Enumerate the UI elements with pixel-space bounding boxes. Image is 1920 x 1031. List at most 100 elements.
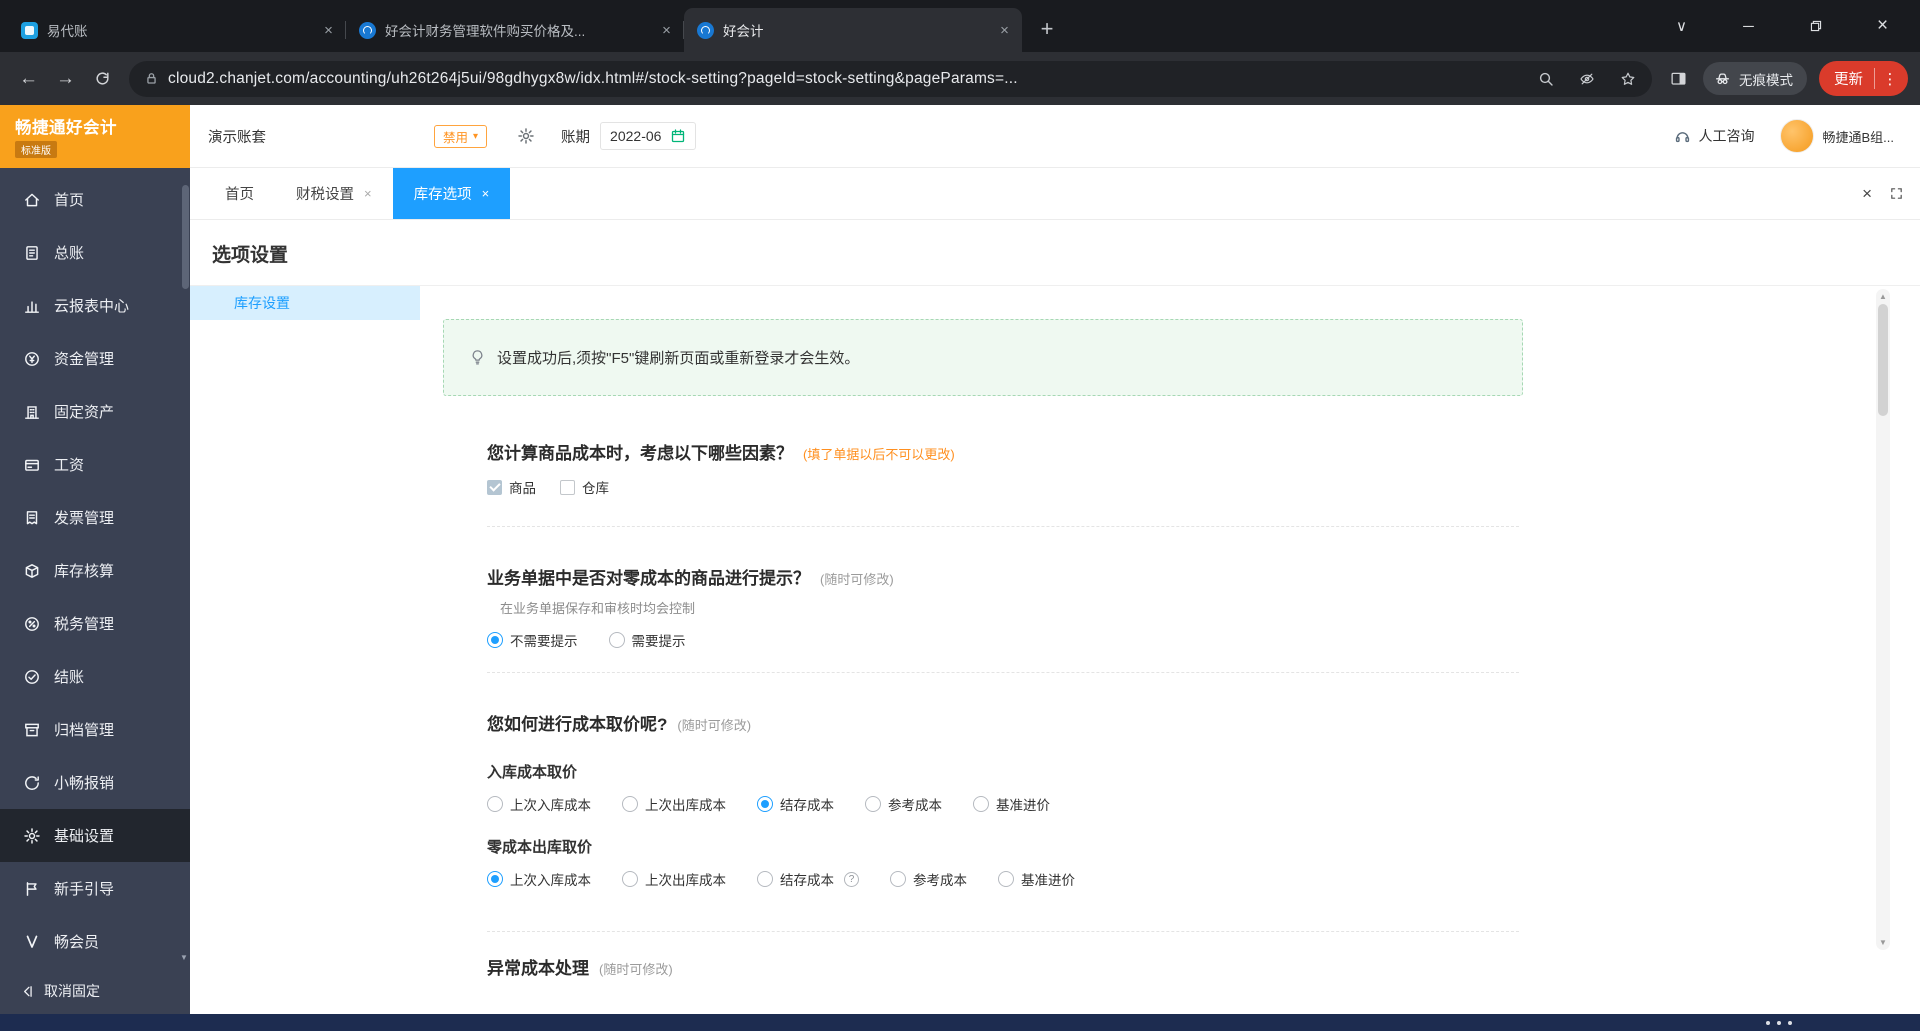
sidebar-item-fixed-assets[interactable]: 固定资产 xyxy=(0,385,190,438)
scroll-down-icon[interactable]: ▼ xyxy=(1876,938,1890,947)
radio-option[interactable]: 参考成本 xyxy=(890,869,967,889)
workspace-tab-fiscal-settings[interactable]: 财税设置 × xyxy=(275,168,393,219)
question-title: 异常成本处理 xyxy=(487,959,589,978)
unpin-sidebar-button[interactable]: 取消固定 xyxy=(0,968,190,1014)
bookmark-star-icon[interactable] xyxy=(1612,63,1644,95)
radio-selected-icon[interactable] xyxy=(487,632,503,648)
address-bar[interactable]: cloud2.chanjet.com/accounting/uh26t264j5… xyxy=(129,60,1652,97)
radio-label: 结存成本 xyxy=(780,873,834,888)
browser-tab-1[interactable]: 易代账 × xyxy=(8,8,346,52)
logo-title: 畅捷通好会计 xyxy=(15,119,117,137)
sidebar-scrollbar-thumb[interactable] xyxy=(182,185,189,289)
sidebar-item-payroll[interactable]: 工资 xyxy=(0,438,190,491)
workspace-tab-home[interactable]: 首页 xyxy=(204,168,275,219)
sidebar-item-archive[interactable]: 归档管理 xyxy=(0,703,190,756)
radio-icon[interactable] xyxy=(865,796,881,812)
radio-option-with-help[interactable]: 结存成本 ? xyxy=(757,869,859,889)
sidebar-item-closing[interactable]: 结账 xyxy=(0,650,190,703)
sidebar-item-invoices[interactable]: 发票管理 xyxy=(0,491,190,544)
help-icon[interactable]: ? xyxy=(844,871,859,887)
period-picker[interactable]: 2022-06 xyxy=(600,122,697,150)
radio-option[interactable]: 上次出库成本 xyxy=(622,869,726,889)
radio-option-no-prompt[interactable]: 不需要提示 xyxy=(487,630,578,650)
side-panel-icon[interactable] xyxy=(1660,60,1697,97)
support-button[interactable]: 人工咨询 xyxy=(1674,126,1754,146)
radio-icon[interactable] xyxy=(622,871,638,887)
subnav-item-stock-settings[interactable]: 库存设置 xyxy=(190,286,420,320)
content-scrollbar[interactable]: ▲ ▼ xyxy=(1876,289,1890,950)
sidebar-item-label: 工资 xyxy=(54,457,85,474)
workspace-tab-label: 库存选项 xyxy=(413,187,472,203)
tab2-title: 好会计财务管理软件购买价格及... xyxy=(385,24,586,39)
radio-icon[interactable] xyxy=(608,632,625,648)
sidebar-item-basic-settings[interactable]: 基础设置 xyxy=(0,809,190,862)
radio-option-need-prompt[interactable]: 需要提示 xyxy=(608,630,686,650)
restore-button[interactable] xyxy=(1782,0,1849,52)
sidebar-item-inventory[interactable]: 库存核算 xyxy=(0,544,190,597)
user-name[interactable]: 畅捷通B组... xyxy=(1822,127,1894,146)
tab3-close-icon[interactable]: × xyxy=(995,21,1014,40)
back-button[interactable]: ← xyxy=(10,60,47,97)
sidebar-item-tax[interactable]: 税务管理 xyxy=(0,597,190,650)
sidebar-item-home[interactable]: 首页 xyxy=(0,173,190,226)
checkbox-option-goods[interactable]: 商品 xyxy=(487,477,536,497)
radio-option[interactable]: 上次出库成本 xyxy=(622,794,726,814)
radio-option-selected[interactable]: 上次入库成本 xyxy=(487,869,591,889)
radio-selected-icon[interactable] xyxy=(487,871,503,887)
close-window-button[interactable]: × xyxy=(1849,0,1916,52)
header-settings-gear-icon[interactable] xyxy=(517,127,535,145)
new-tab-button[interactable]: + xyxy=(1030,13,1064,47)
workspace-tab-stock-options-active[interactable]: 库存选项 × xyxy=(392,168,511,219)
sidebar-item-label: 小畅报销 xyxy=(54,775,115,792)
close-all-tabs-icon[interactable]: × xyxy=(1862,184,1872,204)
sidebar-item-general-ledger[interactable]: 总账 xyxy=(0,226,190,279)
tab-close-icon[interactable]: × xyxy=(482,186,490,201)
radio-option-selected[interactable]: 结存成本 xyxy=(757,794,834,814)
sidebar-item-label: 总账 xyxy=(54,245,85,262)
sidebar-item-cloud-reports[interactable]: 云报表中心 xyxy=(0,279,190,332)
radio-icon[interactable] xyxy=(622,796,638,812)
browser-tab-2[interactable]: 好会计财务管理软件购买价格及... × xyxy=(346,8,684,52)
url-text[interactable]: cloud2.chanjet.com/accounting/uh26t264j5… xyxy=(168,70,1521,88)
sidebar-item-reimbursement[interactable]: 小畅报销 xyxy=(0,756,190,809)
search-icon[interactable] xyxy=(1530,63,1562,95)
radio-selected-icon[interactable] xyxy=(757,796,773,812)
browser-tab-3-active[interactable]: 好会计 × xyxy=(684,8,1022,52)
disabled-badge[interactable]: 禁用 ▾ xyxy=(434,124,488,148)
radio-option[interactable]: 参考成本 xyxy=(865,794,942,814)
account-set-label[interactable]: 演示账套 xyxy=(208,126,266,147)
radio-icon[interactable] xyxy=(757,871,773,887)
sidebar-scroll-down-icon[interactable]: ▼ xyxy=(179,953,189,962)
sidebar-item-funds[interactable]: 资金管理 xyxy=(0,332,190,385)
radio-icon[interactable] xyxy=(998,871,1014,887)
fullscreen-icon[interactable] xyxy=(1889,186,1904,201)
kebab-menu-icon[interactable]: ⋮ xyxy=(1880,70,1900,88)
eye-slash-icon[interactable] xyxy=(1571,63,1603,95)
radio-option[interactable]: 上次入库成本 xyxy=(487,794,591,814)
browser-menu-chevron-icon[interactable]: ∨ xyxy=(1648,0,1715,52)
question-hint: 在业务单据保存和审核时均会控制 xyxy=(500,601,696,616)
scroll-up-icon[interactable]: ▲ xyxy=(1876,292,1890,301)
radio-option[interactable]: 基准进价 xyxy=(973,794,1050,814)
user-avatar[interactable] xyxy=(1780,119,1815,153)
question-abnormal-cost: 异常成本处理 (随时可修改) xyxy=(487,954,1920,979)
tax-percent-icon xyxy=(25,616,39,631)
checkbox-checked-disabled-icon[interactable] xyxy=(487,479,502,495)
radio-icon[interactable] xyxy=(487,796,503,812)
forward-button[interactable]: → xyxy=(47,60,84,97)
flag-icon xyxy=(26,881,37,896)
content-scrollbar-thumb[interactable] xyxy=(1878,304,1888,416)
tab1-close-icon[interactable]: × xyxy=(319,21,338,40)
sidebar-item-beginner-guide[interactable]: 新手引导 xyxy=(0,862,190,915)
radio-icon[interactable] xyxy=(973,796,989,812)
radio-icon[interactable] xyxy=(890,871,906,887)
checkbox-option-warehouse[interactable]: 仓库 xyxy=(560,477,609,497)
reload-button[interactable] xyxy=(84,60,121,97)
minimize-button[interactable]: ─ xyxy=(1715,0,1782,52)
checkbox-unchecked-icon[interactable] xyxy=(560,479,575,495)
tab-close-icon[interactable]: × xyxy=(364,186,372,201)
sidebar-item-membership[interactable]: 畅会员 xyxy=(0,915,190,968)
tab2-close-icon[interactable]: × xyxy=(657,21,676,40)
update-button[interactable]: 更新 ⋮ xyxy=(1819,61,1908,96)
radio-option[interactable]: 基准进价 xyxy=(998,869,1075,889)
